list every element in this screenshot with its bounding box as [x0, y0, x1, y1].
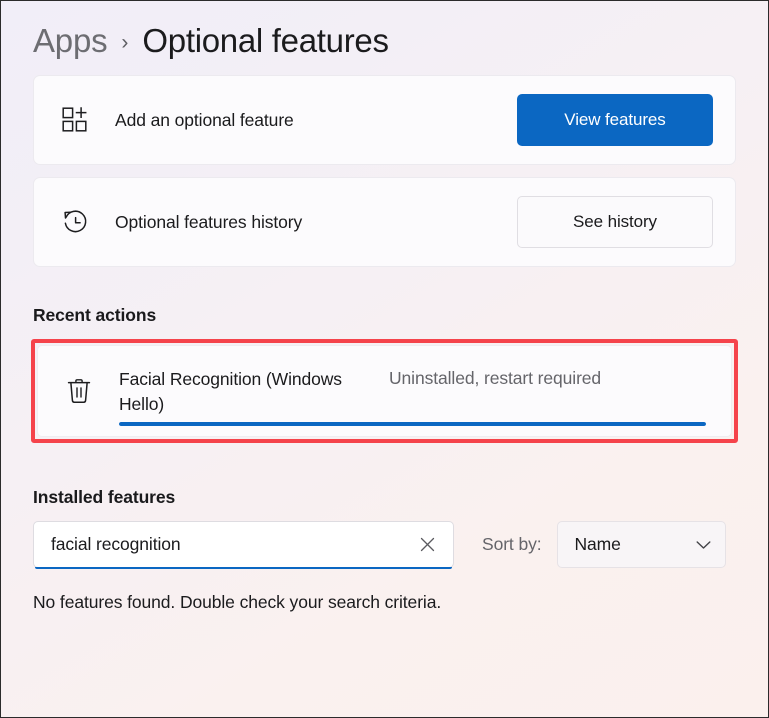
close-icon[interactable]	[413, 531, 441, 559]
breadcrumb-root[interactable]: Apps	[33, 22, 107, 60]
add-optional-feature-card: Add an optional feature View features	[33, 75, 736, 165]
optional-features-history-label: Optional features history	[115, 212, 517, 233]
recent-action-status: Uninstalled, restart required	[389, 367, 601, 389]
recent-action-progress-bar	[119, 422, 706, 426]
recent-actions-section: Recent actions Facial Recognition (Windo…	[33, 305, 736, 443]
filter-row: Sort by: Name	[33, 521, 736, 568]
search-box[interactable]	[33, 521, 454, 568]
recent-action-row[interactable]: Facial Recognition (Windows Hello) Unins…	[37, 345, 732, 437]
installed-features-section: Installed features Sort by: Name	[33, 487, 736, 613]
sort-by-dropdown[interactable]: Name	[557, 521, 726, 568]
chevron-down-icon	[696, 540, 711, 550]
add-optional-feature-label: Add an optional feature	[115, 110, 517, 131]
trash-icon	[62, 374, 96, 408]
optional-features-history-card: Optional features history See history	[33, 177, 736, 267]
search-input[interactable]	[51, 534, 413, 555]
add-feature-icon	[58, 103, 92, 137]
page-title: Optional features	[142, 22, 388, 60]
see-history-button[interactable]: See history	[517, 196, 713, 248]
page-content: Add an optional feature View features Op…	[1, 75, 768, 613]
recent-action-body: Facial Recognition (Windows Hello) Unins…	[119, 365, 709, 417]
breadcrumb: Apps › Optional features	[1, 1, 768, 75]
empty-results-message: No features found. Double check your sea…	[33, 592, 736, 613]
breadcrumb-separator-icon: ›	[121, 31, 128, 55]
history-icon	[58, 205, 92, 239]
recent-actions-highlight: Facial Recognition (Windows Hello) Unins…	[31, 339, 738, 443]
settings-window: Apps › Optional features Add an optional…	[0, 0, 769, 718]
recent-actions-heading: Recent actions	[33, 305, 736, 326]
view-features-button[interactable]: View features	[517, 94, 713, 146]
installed-features-heading: Installed features	[33, 487, 736, 508]
sort-by-value: Name	[575, 534, 621, 555]
recent-action-name: Facial Recognition (Windows Hello)	[119, 367, 389, 417]
progress-fill	[119, 422, 706, 426]
sort-by-label: Sort by:	[482, 534, 542, 555]
